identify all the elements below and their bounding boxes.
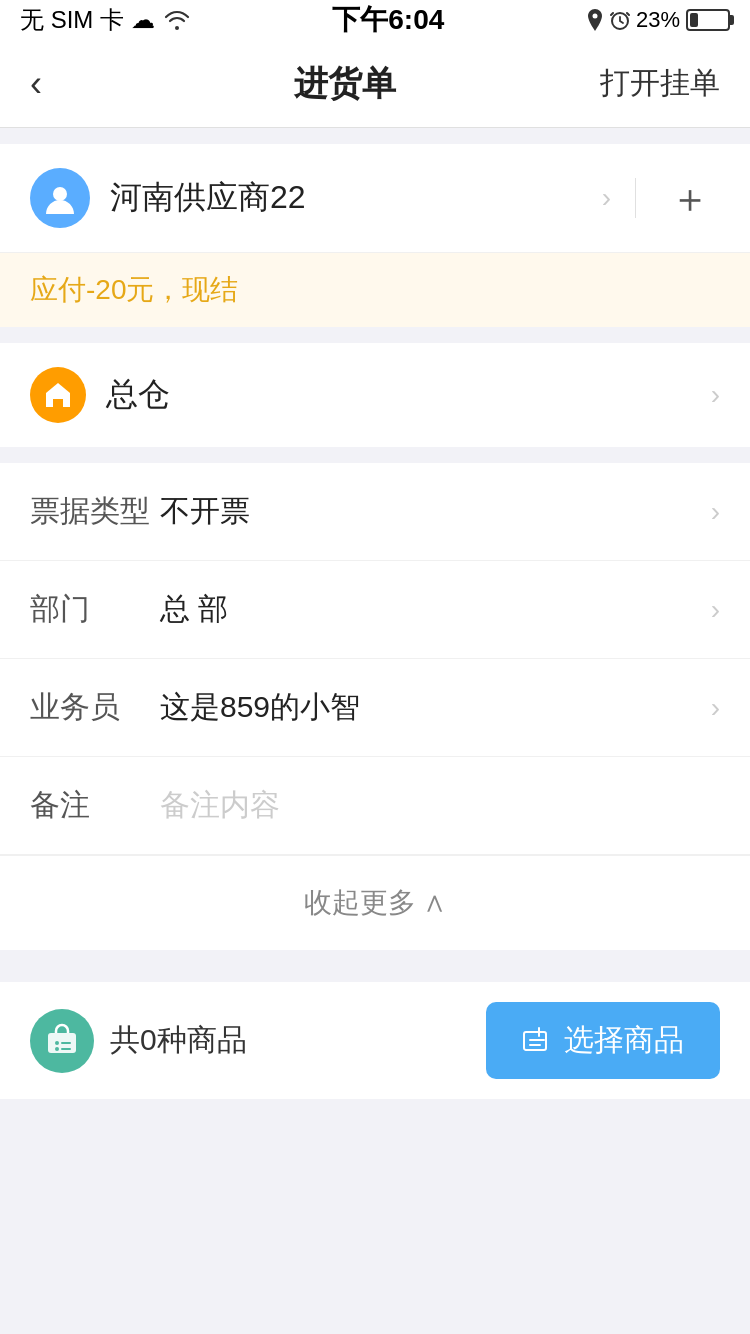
salesperson-label: 业务员 xyxy=(30,687,160,728)
gap-4 xyxy=(0,950,750,966)
invoice-type-value: 不开票 xyxy=(160,491,711,532)
divider xyxy=(635,178,636,218)
salesperson-row[interactable]: 业务员 这是859的小智 › xyxy=(0,659,750,757)
gap-1 xyxy=(0,128,750,144)
sim-label: 无 SIM 卡 ☁ xyxy=(20,4,155,36)
product-count-text: 共0种商品 xyxy=(110,1020,247,1061)
remark-row[interactable]: 备注 备注内容 xyxy=(0,757,750,855)
status-left: 无 SIM 卡 ☁ xyxy=(20,4,191,36)
department-row[interactable]: 部门 总 部 › xyxy=(0,561,750,659)
invoice-type-row[interactable]: 票据类型 不开票 › xyxy=(0,463,750,561)
warning-banner: 应付-20元，现结 xyxy=(0,253,750,327)
add-supplier-button[interactable]: ＋ xyxy=(660,171,720,226)
invoice-type-label: 票据类型 xyxy=(30,491,160,532)
battery-percent: 23% xyxy=(636,7,680,33)
invoice-type-chevron-icon: › xyxy=(711,496,720,528)
status-right: 23% xyxy=(586,7,730,33)
select-product-icon xyxy=(522,1026,552,1056)
gap-3 xyxy=(0,447,750,463)
svg-point-2 xyxy=(53,187,67,201)
page-title: 进货单 xyxy=(294,61,396,107)
svg-rect-3 xyxy=(53,399,63,407)
svg-point-0 xyxy=(592,14,597,19)
status-time: 下午6:04 xyxy=(332,1,444,39)
salesperson-value: 这是859的小智 xyxy=(160,687,711,728)
remark-value[interactable]: 备注内容 xyxy=(160,785,720,826)
department-value: 总 部 xyxy=(160,589,711,630)
open-pending-button[interactable]: 打开挂单 xyxy=(600,63,720,104)
battery-icon xyxy=(686,9,730,31)
select-product-label: 选择商品 xyxy=(564,1020,684,1061)
select-product-button[interactable]: 选择商品 xyxy=(486,1002,720,1079)
bottom-toolbar: 共0种商品 选择商品 xyxy=(0,982,750,1099)
salesperson-chevron-icon: › xyxy=(711,692,720,724)
svg-point-6 xyxy=(55,1047,59,1051)
supplier-card: 河南供应商22 › ＋ 应付-20元，现结 xyxy=(0,144,750,327)
warehouse-chevron-icon: › xyxy=(711,379,720,411)
wifi-icon xyxy=(163,10,191,30)
form-card: 票据类型 不开票 › 部门 总 部 › 业务员 这是859的小智 › 备注 备注… xyxy=(0,463,750,950)
alarm-icon xyxy=(610,9,630,31)
remark-label: 备注 xyxy=(30,785,160,826)
supplier-avatar xyxy=(30,168,90,228)
back-button[interactable]: ‹ xyxy=(30,63,90,105)
product-icon xyxy=(30,1009,94,1073)
supplier-row[interactable]: 河南供应商22 › ＋ xyxy=(0,144,750,253)
warehouse-row[interactable]: 总仓 › xyxy=(0,343,750,447)
product-count-area: 共0种商品 xyxy=(30,1009,247,1073)
gap-2 xyxy=(0,327,750,343)
svg-point-5 xyxy=(55,1041,59,1045)
warehouse-icon xyxy=(30,367,86,423)
nav-bar: ‹ 进货单 打开挂单 xyxy=(0,40,750,128)
supplier-chevron-icon: › xyxy=(602,182,611,214)
collapse-label: 收起更多 ∧ xyxy=(304,887,447,918)
location-icon xyxy=(586,9,604,31)
warning-text: 应付-20元，现结 xyxy=(30,274,238,305)
warehouse-name: 总仓 xyxy=(106,373,711,417)
status-bar: 无 SIM 卡 ☁ 下午6:04 23% xyxy=(0,0,750,40)
supplier-name: 河南供应商22 xyxy=(110,176,602,220)
department-label: 部门 xyxy=(30,589,160,630)
page-background xyxy=(0,1099,750,1334)
warehouse-card[interactable]: 总仓 › xyxy=(0,343,750,447)
collapse-button[interactable]: 收起更多 ∧ xyxy=(0,855,750,950)
department-chevron-icon: › xyxy=(711,594,720,626)
